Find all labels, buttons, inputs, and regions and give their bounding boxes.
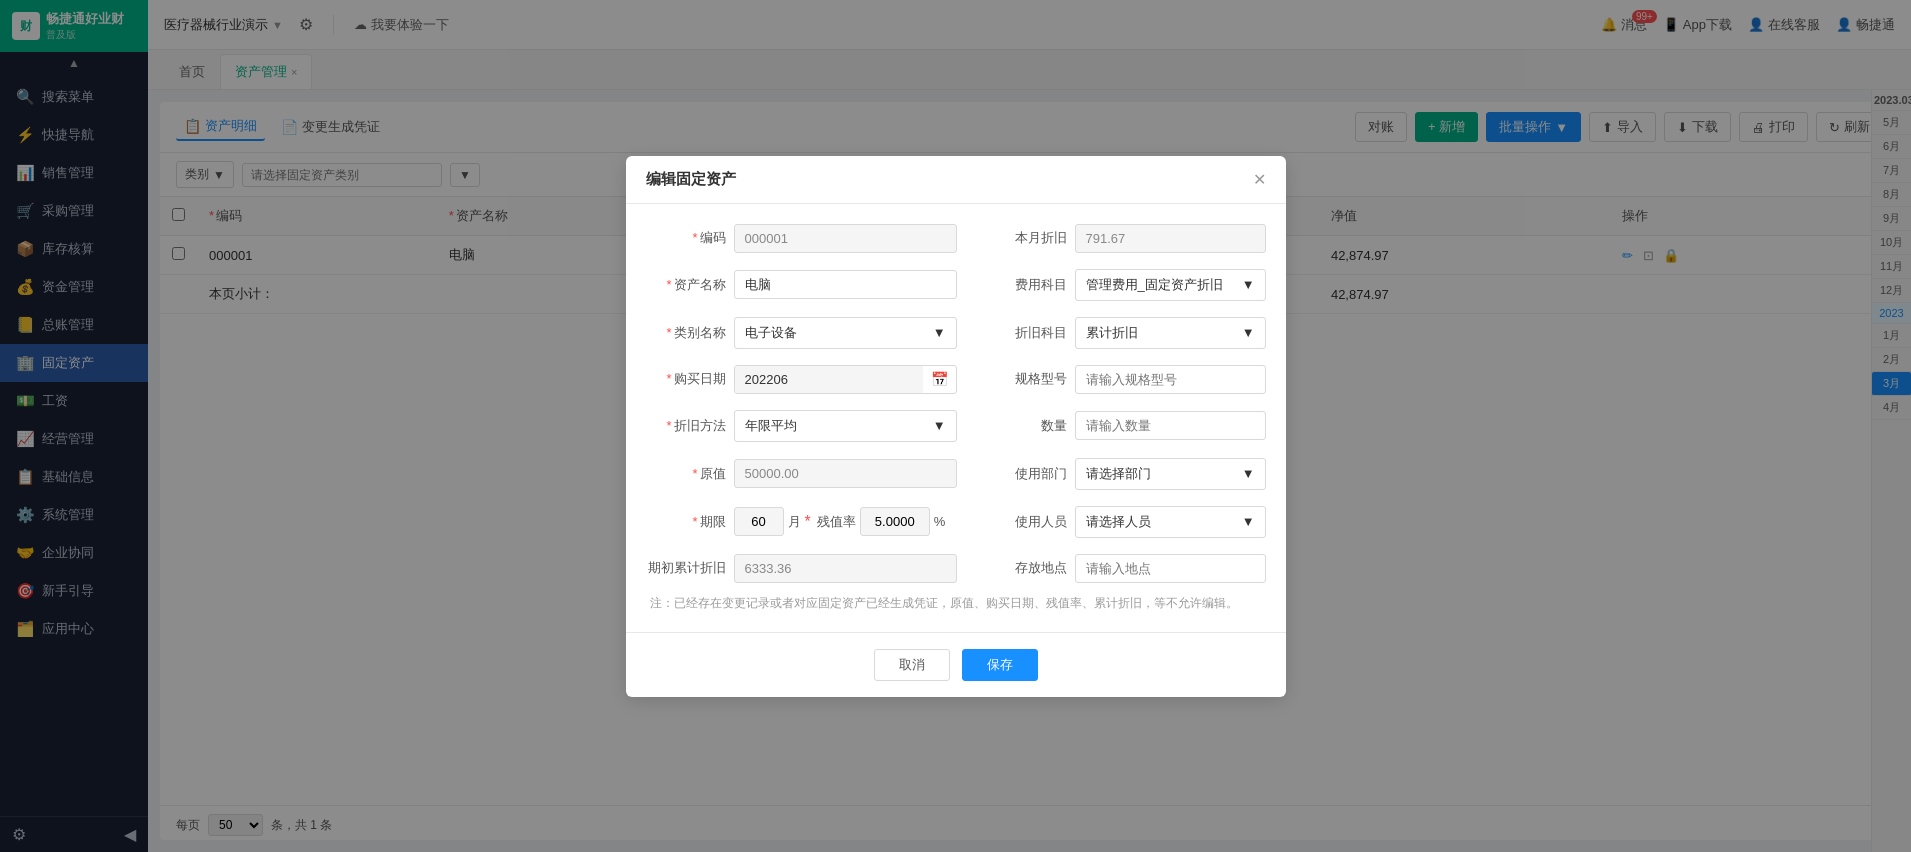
residual-rate-unit: % <box>934 514 946 529</box>
spec-label: 规格型号 <box>987 370 1067 388</box>
code-input[interactable] <box>734 224 957 253</box>
residual-required: * <box>805 513 811 531</box>
original-value-input[interactable] <box>734 459 957 488</box>
initial-dep-input[interactable] <box>734 554 957 583</box>
modal-overlay: 编辑固定资产 ✕ *编码 本月折旧 <box>0 0 1911 852</box>
period-unit-label: 月 <box>788 513 801 531</box>
period-label: *期限 <box>646 513 726 531</box>
asset-name-input[interactable] <box>734 270 957 299</box>
form-row-expense-account: 费用科目 管理费用_固定资产折旧 ▼ <box>987 269 1266 301</box>
calendar-icon[interactable]: 📅 <box>923 371 956 387</box>
form-row-department: 使用部门 请选择部门 ▼ <box>987 458 1266 490</box>
form-grid: *编码 本月折旧 *资产名称 费用科 <box>646 224 1266 583</box>
form-row-asset-name: *资产名称 <box>646 269 957 301</box>
dep-method-label: *折旧方法 <box>646 417 726 435</box>
form-row-original-value: *原值 <box>646 458 957 490</box>
form-row-person: 使用人员 请选择人员 ▼ <box>987 506 1266 538</box>
spec-input[interactable] <box>1075 365 1266 394</box>
form-row-spec: 规格型号 <box>987 365 1266 394</box>
person-arrow: ▼ <box>1242 514 1255 529</box>
form-row-category: *类别名称 电子设备 ▼ <box>646 317 957 349</box>
form-row-dep-method: *折旧方法 年限平均 ▼ <box>646 410 957 442</box>
form-row-quantity: 数量 <box>987 410 1266 442</box>
purchase-date-input-wrap: 📅 <box>734 365 957 394</box>
person-select[interactable]: 请选择人员 ▼ <box>1075 506 1266 538</box>
location-input[interactable] <box>1075 554 1266 583</box>
form-row-code: *编码 <box>646 224 957 253</box>
category-select[interactable]: 电子设备 ▼ <box>734 317 957 349</box>
save-button[interactable]: 保存 <box>962 649 1038 681</box>
asset-name-label: *资产名称 <box>646 276 726 294</box>
dep-account-arrow: ▼ <box>1242 325 1255 340</box>
category-arrow: ▼ <box>933 325 946 340</box>
expense-account-value: 管理费用_固定资产折旧 <box>1086 276 1223 294</box>
this-month-dep-input <box>1075 224 1266 253</box>
department-placeholder: 请选择部门 <box>1086 465 1151 483</box>
expense-account-label: 费用科目 <box>987 276 1067 294</box>
dep-method-value: 年限平均 <box>745 417 797 435</box>
residual-rate-input[interactable] <box>860 507 930 536</box>
quantity-input[interactable] <box>1075 411 1266 440</box>
dep-account-select[interactable]: 累计折旧 ▼ <box>1075 317 1266 349</box>
person-label: 使用人员 <box>987 513 1067 531</box>
code-label: *编码 <box>646 229 726 247</box>
quantity-label: 数量 <box>987 417 1067 435</box>
residual-rate-label: 残值率 <box>817 513 856 531</box>
edit-asset-modal: 编辑固定资产 ✕ *编码 本月折旧 <box>626 156 1286 697</box>
expense-account-arrow: ▼ <box>1242 277 1255 292</box>
purchase-date-label: *购买日期 <box>646 370 726 388</box>
cancel-button[interactable]: 取消 <box>874 649 950 681</box>
person-placeholder: 请选择人员 <box>1086 513 1151 531</box>
initial-dep-label: 期初累计折旧 <box>646 559 726 577</box>
department-select[interactable]: 请选择部门 ▼ <box>1075 458 1266 490</box>
modal-title: 编辑固定资产 <box>646 170 736 189</box>
form-row-purchase-date: *购买日期 📅 <box>646 365 957 394</box>
dep-method-arrow: ▼ <box>933 418 946 433</box>
period-group: 月 * 残值率 % <box>734 507 957 536</box>
expense-account-select[interactable]: 管理费用_固定资产折旧 ▼ <box>1075 269 1266 301</box>
form-row-location: 存放地点 <box>987 554 1266 583</box>
form-row-dep-account: 折旧科目 累计折旧 ▼ <box>987 317 1266 349</box>
form-row-initial-dep: 期初累计折旧 <box>646 554 957 583</box>
modal-footer: 取消 保存 <box>626 632 1286 697</box>
original-value-label: *原值 <box>646 465 726 483</box>
modal-close-button[interactable]: ✕ <box>1253 170 1266 189</box>
category-name-label: *类别名称 <box>646 324 726 342</box>
dep-account-label: 折旧科目 <box>987 324 1067 342</box>
modal-header: 编辑固定资产 ✕ <box>626 156 1286 204</box>
form-row-period: *期限 月 * 残值率 % <box>646 506 957 538</box>
this-month-dep-label: 本月折旧 <box>987 229 1067 247</box>
form-row-this-month-dep: 本月折旧 <box>987 224 1266 253</box>
modal-body: *编码 本月折旧 *资产名称 费用科 <box>626 204 1286 632</box>
location-label: 存放地点 <box>987 559 1067 577</box>
modal-note: 注：已经存在变更记录或者对应固定资产已经生成凭证，原值、购买日期、残值率、累计折… <box>646 595 1266 612</box>
dep-account-value: 累计折旧 <box>1086 324 1138 342</box>
department-label: 使用部门 <box>987 465 1067 483</box>
department-arrow: ▼ <box>1242 466 1255 481</box>
purchase-date-input[interactable] <box>735 366 923 393</box>
period-input[interactable] <box>734 507 784 536</box>
dep-method-select[interactable]: 年限平均 ▼ <box>734 410 957 442</box>
category-value: 电子设备 <box>745 324 797 342</box>
